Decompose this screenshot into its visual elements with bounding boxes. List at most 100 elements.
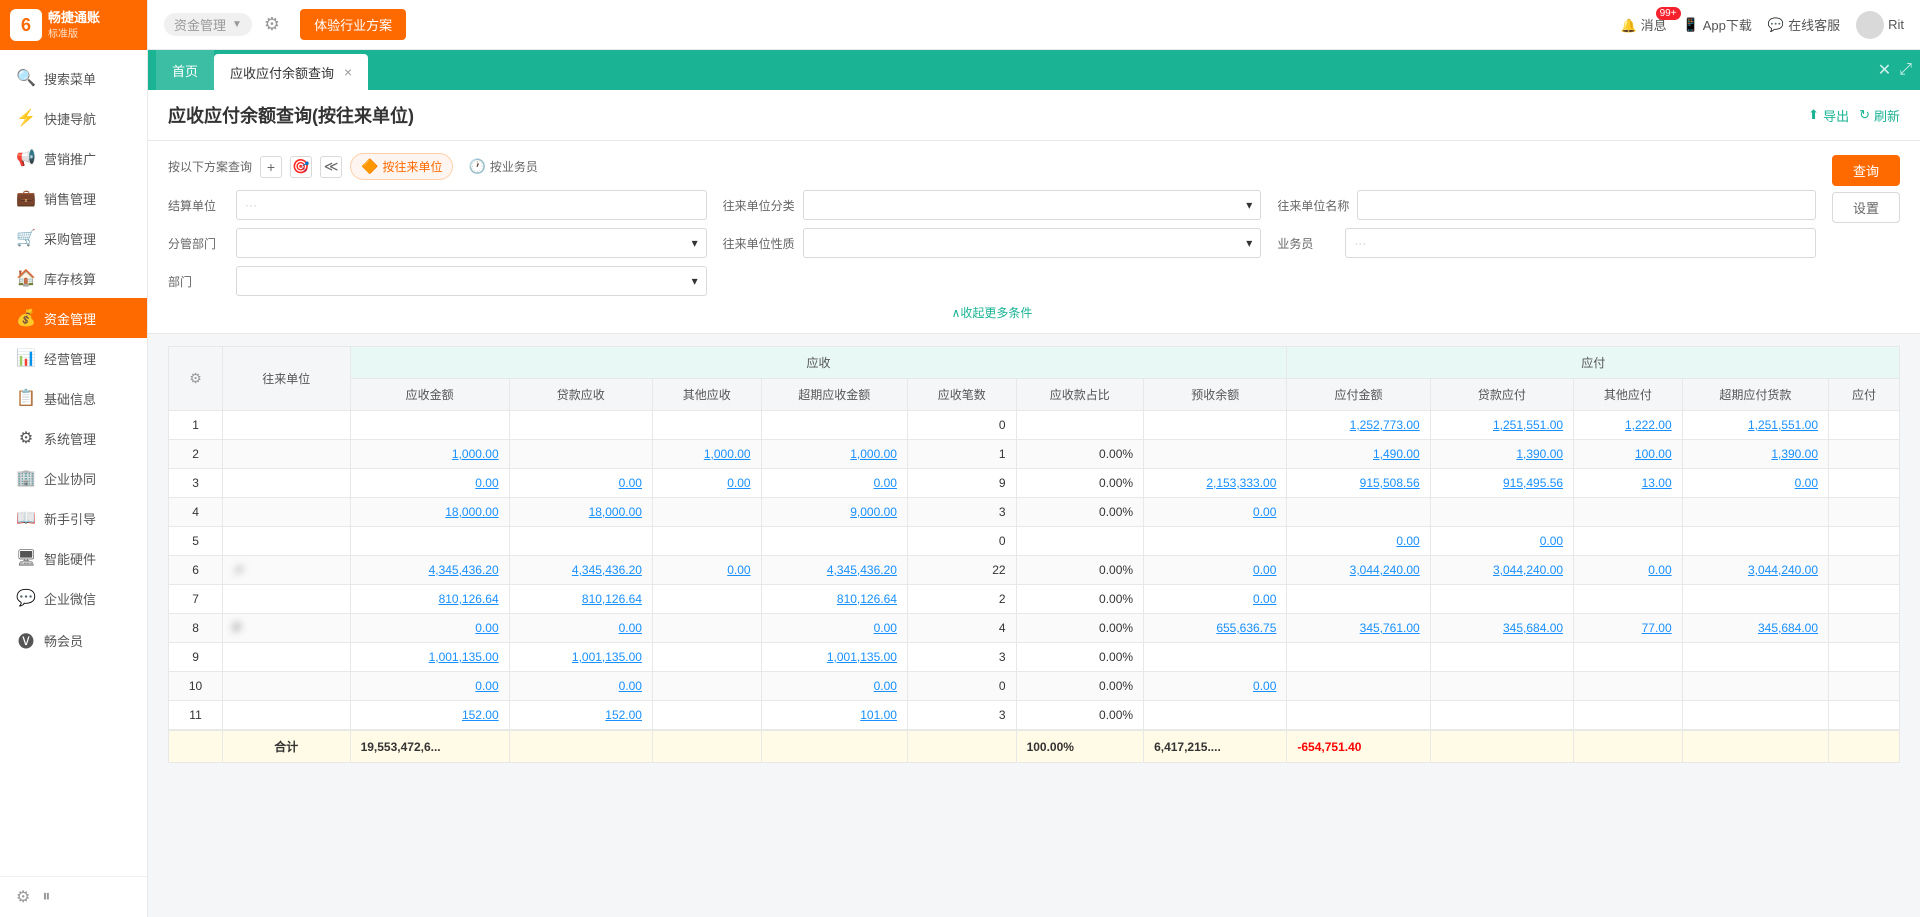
filter-options: 🔶 按往来单位 🕐 按业务员 bbox=[350, 153, 549, 180]
table-row: 3 0.00 0.00 0.00 0.00 9 0.00% 2,153,333.… bbox=[169, 469, 1900, 498]
table-row: 9 1,001,135.00 1,001,135.00 1,001,135.00… bbox=[169, 643, 1900, 672]
footer-row: 合计 19,553,472,6... 100.00% 6,417,215....… bbox=[169, 730, 1900, 763]
sidebar-item-企业协同[interactable]: 🏢企业协同 bbox=[0, 458, 147, 498]
salesperson-input[interactable]: ··· bbox=[1345, 228, 1816, 258]
tab-home[interactable]: 首页 bbox=[156, 50, 214, 90]
th-dkys: 贷款应收 bbox=[509, 379, 652, 411]
filter-field-division: 部门 ▾ bbox=[168, 266, 707, 296]
user-avatar[interactable]: Rit bbox=[1856, 11, 1904, 39]
breadcrumb-current: 资金管理 ▼ bbox=[164, 13, 252, 36]
export-btn[interactable]: ⬆ 导出 bbox=[1808, 106, 1849, 125]
solution-button[interactable]: 体验行业方案 bbox=[300, 9, 406, 40]
collapse-footer-btn[interactable]: ⏸ bbox=[42, 888, 50, 906]
nature-input[interactable]: ▾ bbox=[803, 228, 1262, 258]
settings-footer-btn[interactable]: ⚙ bbox=[16, 887, 30, 907]
sidebar: 6 畅捷通账 标准版 🔍搜索菜单⚡快捷导航📢营销推广💼销售管理🛒采购管理🏠库存核… bbox=[0, 0, 148, 917]
th-cqyfhk: 超期应付货款 bbox=[1682, 379, 1828, 411]
set-btn[interactable]: 设置 bbox=[1832, 192, 1900, 223]
tab-close-btn[interactable]: × bbox=[344, 64, 352, 80]
sidebar-item-智能硬件[interactable]: 🖥智能硬件 bbox=[0, 538, 147, 578]
sidebar-item-经营管理[interactable]: 📊经营管理 bbox=[0, 338, 147, 378]
category-input[interactable]: ▾ bbox=[803, 190, 1262, 220]
filter-add-btn[interactable]: + bbox=[260, 156, 282, 178]
filter-row-wrap: 按以下方案查询 + 🎯 ≪ 🔶 按往来单位 🕐 按业务员 bbox=[168, 153, 1900, 321]
table-row: 1 0 1,252,773.00 1,251,551.00 1,222.00 1… bbox=[169, 411, 1900, 440]
filter-field-category: 往来单位分类 ▾ bbox=[723, 190, 1262, 220]
close-window-btn[interactable]: ✕ bbox=[1878, 60, 1891, 80]
th-unit: 往来单位 bbox=[223, 347, 351, 411]
sidebar-item-新手引导[interactable]: 📖新手引导 bbox=[0, 498, 147, 538]
online-service-btn[interactable]: 💬 在线客服 bbox=[1768, 15, 1840, 34]
sidebar-item-企业微信[interactable]: 💬企业微信 bbox=[0, 578, 147, 618]
sidebar-item-销售管理[interactable]: 💼销售管理 bbox=[0, 178, 147, 218]
sidebar-item-采购管理[interactable]: 🛒采购管理 bbox=[0, 218, 147, 258]
data-table: ⚙ 往来单位 应收 应付 应收金额 贷款应收 其他应收 超期应收金额 应收笔数 … bbox=[168, 346, 1900, 763]
table-row: 11 152.00 152.00 101.00 3 0.00% bbox=[169, 701, 1900, 731]
sidebar-item-系统管理[interactable]: ⚙系统管理 bbox=[0, 418, 147, 458]
refresh-btn[interactable]: ↻ 刷新 bbox=[1859, 106, 1900, 125]
filter-scheme-label: 按以下方案查询 bbox=[168, 158, 252, 175]
settings-icon[interactable]: ⚙ bbox=[264, 14, 280, 35]
th-settings[interactable]: ⚙ bbox=[169, 347, 223, 411]
breadcrumb: 资金管理 ▼ bbox=[164, 13, 252, 36]
filter-row1: 按以下方案查询 + 🎯 ≪ 🔶 按往来单位 🕐 按业务员 bbox=[168, 153, 1816, 180]
filter-by-unit[interactable]: 🔶 按往来单位 bbox=[350, 153, 453, 180]
filter-fields: 结算单位 ··· 往来单位分类 ▾ 往来单位名称 bbox=[168, 190, 1816, 296]
collapse-more-btn[interactable]: ∧ 收起更多条件 bbox=[168, 304, 1816, 321]
logo-text: 畅捷通账 标准版 bbox=[48, 10, 100, 41]
notice-btn[interactable]: 🔔 消息 99+ bbox=[1621, 15, 1667, 34]
notice-badge: 99+ bbox=[1656, 7, 1681, 20]
table-row: 2 1,000.00 1,000.00 1,000.00 1 0.00% 1,4… bbox=[169, 440, 1900, 469]
th-qtys: 其他应收 bbox=[652, 379, 761, 411]
th-cqysje: 超期应收金额 bbox=[761, 379, 907, 411]
th-yingfu-group: 应付 bbox=[1287, 347, 1900, 379]
filter-field-unit-name: 往来单位名称 bbox=[1277, 190, 1816, 220]
tabbar-actions: ✕ ⤢ bbox=[1878, 50, 1912, 90]
division-input[interactable]: ▾ bbox=[236, 266, 707, 296]
settlement-unit-input[interactable]: ··· bbox=[236, 190, 707, 220]
logo-icon: 6 bbox=[10, 9, 42, 41]
sidebar-item-库存核算[interactable]: 🏠库存核算 bbox=[0, 258, 147, 298]
th-yskzb: 应收款占比 bbox=[1016, 379, 1144, 411]
unit-name-input[interactable] bbox=[1357, 190, 1816, 220]
table-wrap: ⚙ 往来单位 应收 应付 应收金额 贷款应收 其他应收 超期应收金额 应收笔数 … bbox=[148, 334, 1920, 917]
topbar: 资金管理 ▼ ⚙ 体验行业方案 🔔 消息 99+ 📱 App下载 💬 在线客服 … bbox=[148, 0, 1920, 50]
main-content: 应收应付余额查询(按往来单位) ⬆ 导出 ↻ 刷新 按以下方案查询 + 🎯 ≪ bbox=[148, 90, 1920, 917]
table-row: 4 18,000.00 18,000.00 9,000.00 3 0.00% 0… bbox=[169, 498, 1900, 527]
filter-by-salesperson[interactable]: 🕐 按业务员 bbox=[457, 153, 548, 180]
filter-main: 按以下方案查询 + 🎯 ≪ 🔶 按往来单位 🕐 按业务员 bbox=[168, 153, 1816, 321]
topbar-right: 🔔 消息 99+ 📱 App下载 💬 在线客服 Rit bbox=[1621, 11, 1904, 39]
filter-field-salesperson: 业务员 ··· bbox=[1277, 228, 1816, 258]
table-row: 10 0.00 0.00 0.00 0 0.00% 0.00 bbox=[169, 672, 1900, 701]
sidebar-item-基础信息[interactable]: 📋基础信息 bbox=[0, 378, 147, 418]
sidebar-item-畅会员[interactable]: 🅥畅会员 bbox=[0, 618, 147, 662]
th-qtyf: 其他应付 bbox=[1574, 379, 1683, 411]
th-dkyf: 贷款应付 bbox=[1430, 379, 1573, 411]
maximize-btn[interactable]: ⤢ bbox=[1899, 61, 1912, 79]
filter-field-dept: 分管部门 ▾ bbox=[168, 228, 707, 258]
page-actions: ⬆ 导出 ↻ 刷新 bbox=[1808, 106, 1900, 125]
th-ysje: 应收金额 bbox=[350, 379, 509, 411]
th-ysye: 预收余额 bbox=[1144, 379, 1287, 411]
table-row: 7 810,126.64 810,126.64 810,126.64 2 0.0… bbox=[169, 585, 1900, 614]
sidebar-item-营销推广[interactable]: 📢营销推广 bbox=[0, 138, 147, 178]
app-download-btn[interactable]: 📱 App下载 bbox=[1683, 15, 1752, 34]
tabbar: 首页 应收应付余额查询 × ✕ ⤢ bbox=[148, 50, 1920, 90]
page-title: 应收应付余额查询(按往来单位) bbox=[168, 102, 414, 128]
sidebar-item-资金管理[interactable]: 💰资金管理 bbox=[0, 298, 147, 338]
filter-collapse-btn[interactable]: ≪ bbox=[320, 156, 342, 178]
tab-receivable[interactable]: 应收应付余额查询 × bbox=[214, 54, 368, 90]
th-yingshou-group: 应收 bbox=[350, 347, 1287, 379]
sidebar-item-快捷导航[interactable]: ⚡快捷导航 bbox=[0, 98, 147, 138]
dept-input[interactable]: ▾ bbox=[236, 228, 707, 258]
query-btn[interactable]: 查询 bbox=[1832, 155, 1900, 186]
filter-field-settlement: 结算单位 ··· bbox=[168, 190, 707, 220]
filter-field-nature: 往来单位性质 ▾ bbox=[723, 228, 1262, 258]
th-yfje: 应付金额 bbox=[1287, 379, 1430, 411]
sidebar-item-搜索菜单[interactable]: 🔍搜索菜单 bbox=[0, 58, 147, 98]
filter-side: 查询 设置 bbox=[1832, 153, 1900, 223]
filter-area: 按以下方案查询 + 🎯 ≪ 🔶 按往来单位 🕐 按业务员 bbox=[148, 141, 1920, 334]
table-row: 6 ↗ 4,345,436.20 4,345,436.20 0.00 4,345… bbox=[169, 556, 1900, 585]
sidebar-nav: 🔍搜索菜单⚡快捷导航📢营销推广💼销售管理🛒采购管理🏠库存核算💰资金管理📊经营管理… bbox=[0, 50, 147, 876]
filter-target-btn[interactable]: 🎯 bbox=[290, 156, 312, 178]
